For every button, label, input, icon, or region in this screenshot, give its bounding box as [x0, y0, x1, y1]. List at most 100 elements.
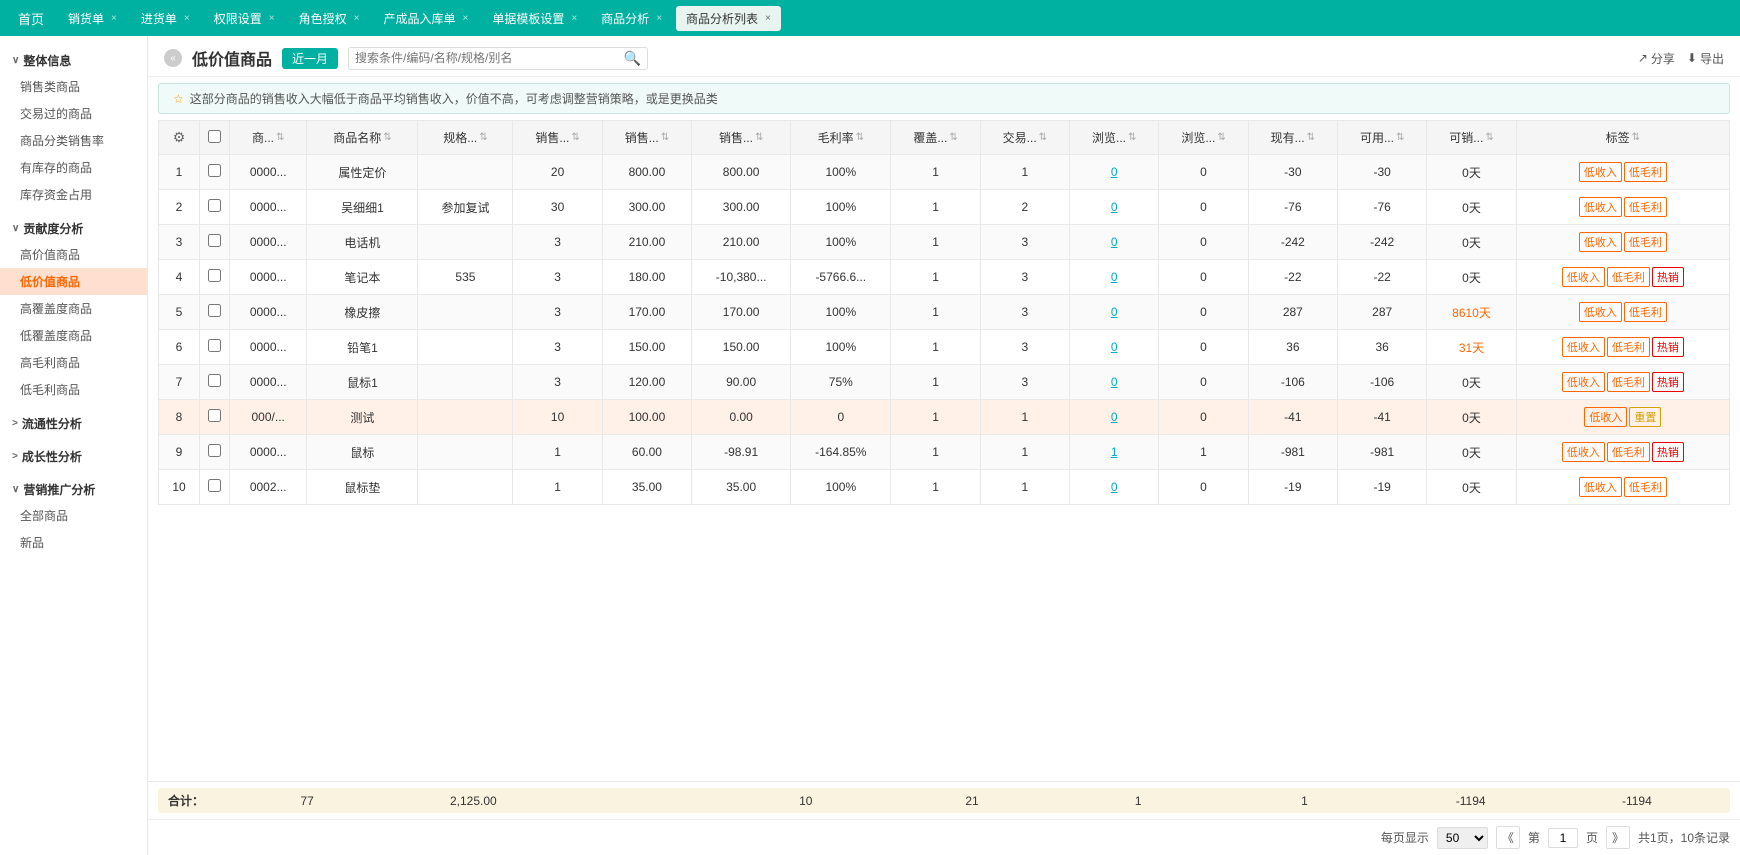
sidebar-item-sales-products[interactable]: 销售类商品 — [0, 73, 147, 100]
nav-product-analysis-list[interactable]: 商品分析列表 × — [676, 6, 781, 31]
nav-product-analysis[interactable]: 商品分析 × — [591, 6, 672, 31]
sidebar-item-stocked-products[interactable]: 有库存的商品 — [0, 154, 147, 181]
first-page-button[interactable]: 《 — [1496, 826, 1520, 849]
view-link[interactable]: 0 — [1111, 480, 1118, 494]
sidebar-group-growth-title[interactable]: > 成长性分析 — [0, 444, 147, 469]
row-checkbox[interactable] — [208, 479, 221, 492]
sidebar-item-high-coverage[interactable]: 高覆盖度商品 — [0, 295, 147, 322]
row-checkbox[interactable] — [208, 234, 221, 247]
sidebar-item-high-margin[interactable]: 高毛利商品 — [0, 349, 147, 376]
page-number-input[interactable] — [1548, 828, 1578, 848]
row-checkbox[interactable] — [208, 409, 221, 422]
row-sale-profit: 90.00 — [692, 365, 791, 400]
col-view2[interactable]: 浏览...⇅ — [1159, 121, 1248, 155]
nav-home[interactable]: 首页 — [8, 5, 54, 32]
col-name[interactable]: 商品名称⇅ — [307, 121, 418, 155]
view-link[interactable]: 0 — [1111, 200, 1118, 214]
search-input[interactable] — [355, 51, 624, 65]
sidebar-group-contribution-title[interactable]: ∨ 贡献度分析 — [0, 216, 147, 241]
sidebar-group-marketing-title[interactable]: ∨ 营销推广分析 — [0, 477, 147, 502]
col-margin[interactable]: 毛利率⇅ — [791, 121, 891, 155]
totals-row: 合计： 77 2,125.00 10 21 1 1 -1194 -1194 — [158, 788, 1730, 813]
nav-permission-settings[interactable]: 权限设置 × — [204, 6, 285, 31]
tag-label: 低毛利 — [1624, 302, 1667, 322]
row-checkbox[interactable] — [208, 164, 221, 177]
col-sale-qty[interactable]: 销售...⇅ — [513, 121, 602, 155]
per-page-select[interactable]: 50 100 200 — [1437, 827, 1488, 849]
search-icon[interactable]: 🔍 — [624, 50, 641, 67]
export-button[interactable]: ⬇ 导出 — [1687, 50, 1724, 67]
view-link[interactable]: 0 — [1111, 235, 1118, 249]
sidebar-group-liquidity-title[interactable]: > 流通性分析 — [0, 411, 147, 436]
close-icon[interactable]: × — [269, 13, 275, 24]
col-current-stock[interactable]: 现有...⇅ — [1248, 121, 1337, 155]
view-link[interactable]: 0 — [1111, 375, 1118, 389]
row-no: 2 — [159, 190, 200, 225]
chevron-right-icon: > — [12, 451, 18, 462]
view-link[interactable]: 0 — [1111, 270, 1118, 284]
row-sale-amount: 60.00 — [602, 435, 691, 470]
sidebar-item-new-products[interactable]: 新品 — [0, 529, 147, 556]
sidebar-item-traded-products[interactable]: 交易过的商品 — [0, 100, 147, 127]
view-link[interactable]: 0 — [1111, 410, 1118, 424]
collapse-sidebar-button[interactable]: « — [164, 49, 182, 67]
sidebar-group-growth: > 成长性分析 — [0, 440, 147, 473]
col-coverage[interactable]: 覆盖...⇅ — [891, 121, 980, 155]
close-icon[interactable]: × — [571, 13, 577, 24]
col-spec[interactable]: 规格...⇅ — [418, 121, 513, 155]
chevron-right-icon: > — [12, 418, 18, 429]
share-button[interactable]: ↗ 分享 — [1638, 50, 1675, 67]
sidebar-item-category-sales-rate[interactable]: 商品分类销售率 — [0, 127, 147, 154]
nav-sales-order[interactable]: 销货单 × — [58, 6, 127, 31]
row-sale-qty: 3 — [513, 365, 602, 400]
sidebar-item-low-margin[interactable]: 低毛利商品 — [0, 376, 147, 403]
select-all-checkbox[interactable] — [208, 130, 221, 143]
col-view1[interactable]: 浏览...⇅ — [1070, 121, 1159, 155]
row-checkbox[interactable] — [208, 339, 221, 352]
close-icon[interactable]: × — [184, 13, 190, 24]
row-saleable: 0天 — [1427, 365, 1516, 400]
tag-label: 低收入 — [1579, 162, 1622, 182]
sidebar-item-stock-capital[interactable]: 库存资金占用 — [0, 181, 147, 208]
row-checkbox[interactable] — [208, 374, 221, 387]
col-sale-amount[interactable]: 销售...⇅ — [602, 121, 691, 155]
row-checkbox[interactable] — [208, 304, 221, 317]
view-link[interactable]: 0 — [1111, 305, 1118, 319]
sidebar-item-low-value[interactable]: 低价值商品 — [0, 268, 147, 295]
nav-role-auth[interactable]: 角色授权 × — [289, 6, 370, 31]
row-checkbox[interactable] — [208, 269, 221, 282]
row-checkbox[interactable] — [208, 199, 221, 212]
col-code[interactable]: 商...⇅ — [230, 121, 307, 155]
nav-purchase-order[interactable]: 进货单 × — [131, 6, 200, 31]
sidebar-group-overall-title[interactable]: ∨ 整体信息 — [0, 48, 147, 73]
sidebar-item-all-products[interactable]: 全部商品 — [0, 502, 147, 529]
filter-period-button[interactable]: 近一月 — [282, 48, 338, 69]
close-icon[interactable]: × — [656, 13, 662, 24]
sidebar-item-high-value[interactable]: 高价值商品 — [0, 241, 147, 268]
close-icon[interactable]: × — [765, 13, 771, 24]
col-trade-count[interactable]: 交易...⇅ — [980, 121, 1069, 155]
sort-icon: ⇅ — [755, 132, 763, 143]
col-saleable[interactable]: 可销...⇅ — [1427, 121, 1516, 155]
row-name: 鼠标1 — [307, 365, 418, 400]
col-select-all[interactable] — [200, 121, 230, 155]
col-sale-profit[interactable]: 销售...⇅ — [692, 121, 791, 155]
col-gear[interactable]: ⚙ — [159, 121, 200, 155]
col-available[interactable]: 可用...⇅ — [1338, 121, 1427, 155]
close-icon[interactable]: × — [462, 13, 468, 24]
nav-template-settings[interactable]: 单据模板设置 × — [482, 6, 587, 31]
close-icon[interactable]: × — [354, 13, 360, 24]
next-page-button[interactable]: 》 — [1606, 826, 1630, 849]
view-link[interactable]: 0 — [1111, 340, 1118, 354]
row-name: 铅笔1 — [307, 330, 418, 365]
col-tags[interactable]: 标签⇅ — [1516, 121, 1729, 155]
row-trade-count: 3 — [980, 365, 1069, 400]
close-icon[interactable]: × — [111, 13, 117, 24]
row-available: -19 — [1338, 470, 1427, 505]
sidebar-item-low-coverage[interactable]: 低覆盖度商品 — [0, 322, 147, 349]
nav-product-warehouse[interactable]: 产成品入库单 × — [373, 6, 478, 31]
view-link[interactable]: 1 — [1111, 445, 1118, 459]
table-row: 7 0000... 鼠标1 3 120.00 90.00 75% 1 3 0 0… — [159, 365, 1730, 400]
row-checkbox[interactable] — [208, 444, 221, 457]
view-link[interactable]: 0 — [1111, 165, 1118, 179]
